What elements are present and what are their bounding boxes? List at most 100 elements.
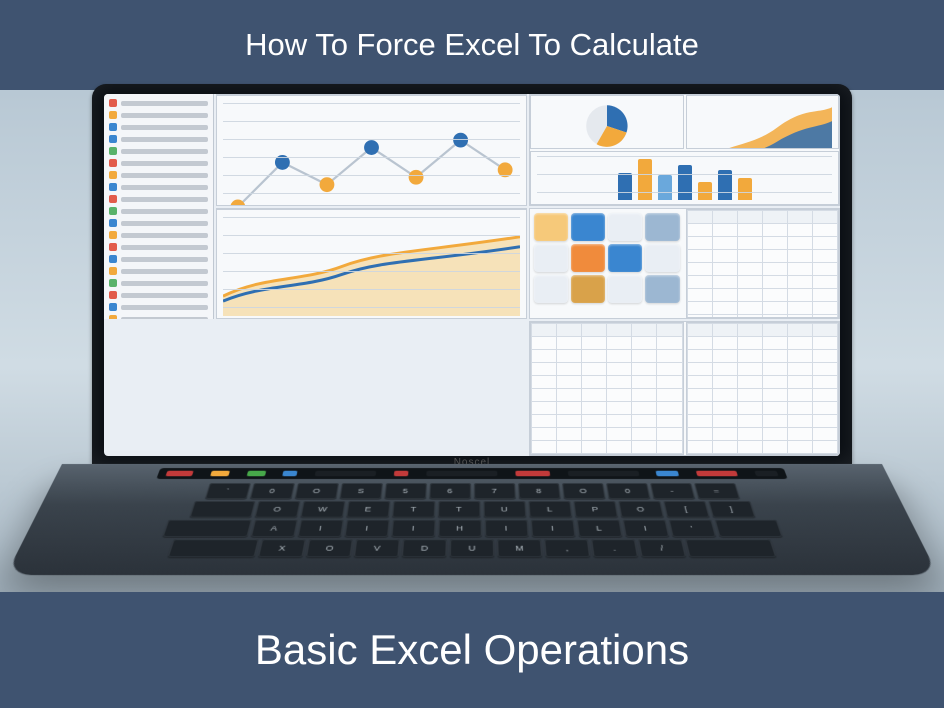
cell[interactable] [688,376,712,388]
cell[interactable] [813,324,837,336]
cell[interactable] [788,276,812,288]
cell[interactable] [713,337,737,349]
cell[interactable] [657,441,681,453]
cell[interactable] [688,428,712,440]
cell[interactable] [657,350,681,362]
cell[interactable] [607,337,631,349]
cell[interactable] [763,302,787,314]
touchbar-chip[interactable] [165,471,193,476]
cell[interactable] [713,276,737,288]
cell[interactable] [582,428,606,440]
cell[interactable] [657,376,681,388]
cell[interactable] [557,337,581,349]
cell[interactable] [738,250,762,262]
sidebar-item[interactable] [107,206,210,216]
cell[interactable] [557,324,581,336]
sidebar-item[interactable] [107,170,210,180]
cell[interactable] [788,250,812,262]
toolbar-button[interactable] [608,213,642,241]
cell[interactable] [738,389,762,401]
cell[interactable] [763,363,787,375]
cell[interactable] [557,350,581,362]
cell[interactable] [788,324,812,336]
cell[interactable] [713,376,737,388]
cell[interactable] [763,315,787,319]
cell[interactable] [763,276,787,288]
cell[interactable] [557,402,581,414]
cell[interactable] [813,250,837,262]
cell[interactable] [713,263,737,275]
cell[interactable] [607,376,631,388]
key[interactable]: S [339,483,382,499]
cell[interactable] [607,428,631,440]
cell[interactable] [713,237,737,249]
cell[interactable] [657,389,681,401]
key[interactable]: 0 [249,483,294,499]
cell[interactable] [607,350,631,362]
cell[interactable] [788,224,812,236]
cell[interactable] [657,428,681,440]
cell[interactable] [607,402,631,414]
cell[interactable] [713,402,737,414]
cell[interactable] [532,363,556,375]
cell[interactable] [632,441,656,453]
cell[interactable] [763,350,787,362]
cell[interactable] [738,263,762,275]
cell[interactable] [813,337,837,349]
cell[interactable] [738,211,762,223]
cell[interactable] [632,376,656,388]
cell[interactable] [738,237,762,249]
cell[interactable] [532,337,556,349]
sidebar-item[interactable] [107,134,210,144]
cell[interactable] [738,376,762,388]
touchbar-chip[interactable] [426,471,497,476]
cell[interactable] [657,402,681,414]
cell[interactable] [763,441,787,453]
key[interactable]: 7 [474,483,516,499]
cell[interactable] [763,263,787,275]
cell[interactable] [788,350,812,362]
cell[interactable] [688,250,712,262]
cell[interactable] [713,363,737,375]
cell[interactable] [738,337,762,349]
touchbar-chip[interactable] [656,471,680,476]
sidebar-item[interactable] [107,266,210,276]
cell[interactable] [738,350,762,362]
sidebar-item[interactable] [107,290,210,300]
cell[interactable] [532,402,556,414]
key[interactable]: 5 [384,483,427,499]
cell[interactable] [688,363,712,375]
cell[interactable] [688,224,712,236]
cell[interactable] [582,350,606,362]
cell[interactable] [713,250,737,262]
cell[interactable] [582,389,606,401]
cell[interactable] [688,324,712,336]
sidebar-item[interactable] [107,278,210,288]
cell[interactable] [713,289,737,301]
cell[interactable] [657,415,681,427]
cell[interactable] [788,211,812,223]
cell[interactable] [763,250,787,262]
key[interactable]: = [694,483,740,499]
touchbar-chip[interactable] [515,471,550,476]
key[interactable]: 8 [518,483,561,499]
cell[interactable] [632,402,656,414]
cell[interactable] [688,337,712,349]
cell[interactable] [582,441,606,453]
cell[interactable] [557,428,581,440]
cell[interactable] [607,324,631,336]
cell[interactable] [582,363,606,375]
cell[interactable] [788,441,812,453]
cell[interactable] [657,363,681,375]
cell[interactable] [713,315,737,319]
cell[interactable] [738,441,762,453]
cell[interactable] [582,415,606,427]
cell[interactable] [688,350,712,362]
key[interactable]: O [562,483,605,499]
cell[interactable] [763,211,787,223]
cell[interactable] [632,337,656,349]
toolbar-button[interactable] [534,275,568,303]
cell[interactable] [632,324,656,336]
cell[interactable] [813,302,837,314]
touchbar-chip[interactable] [210,471,230,476]
